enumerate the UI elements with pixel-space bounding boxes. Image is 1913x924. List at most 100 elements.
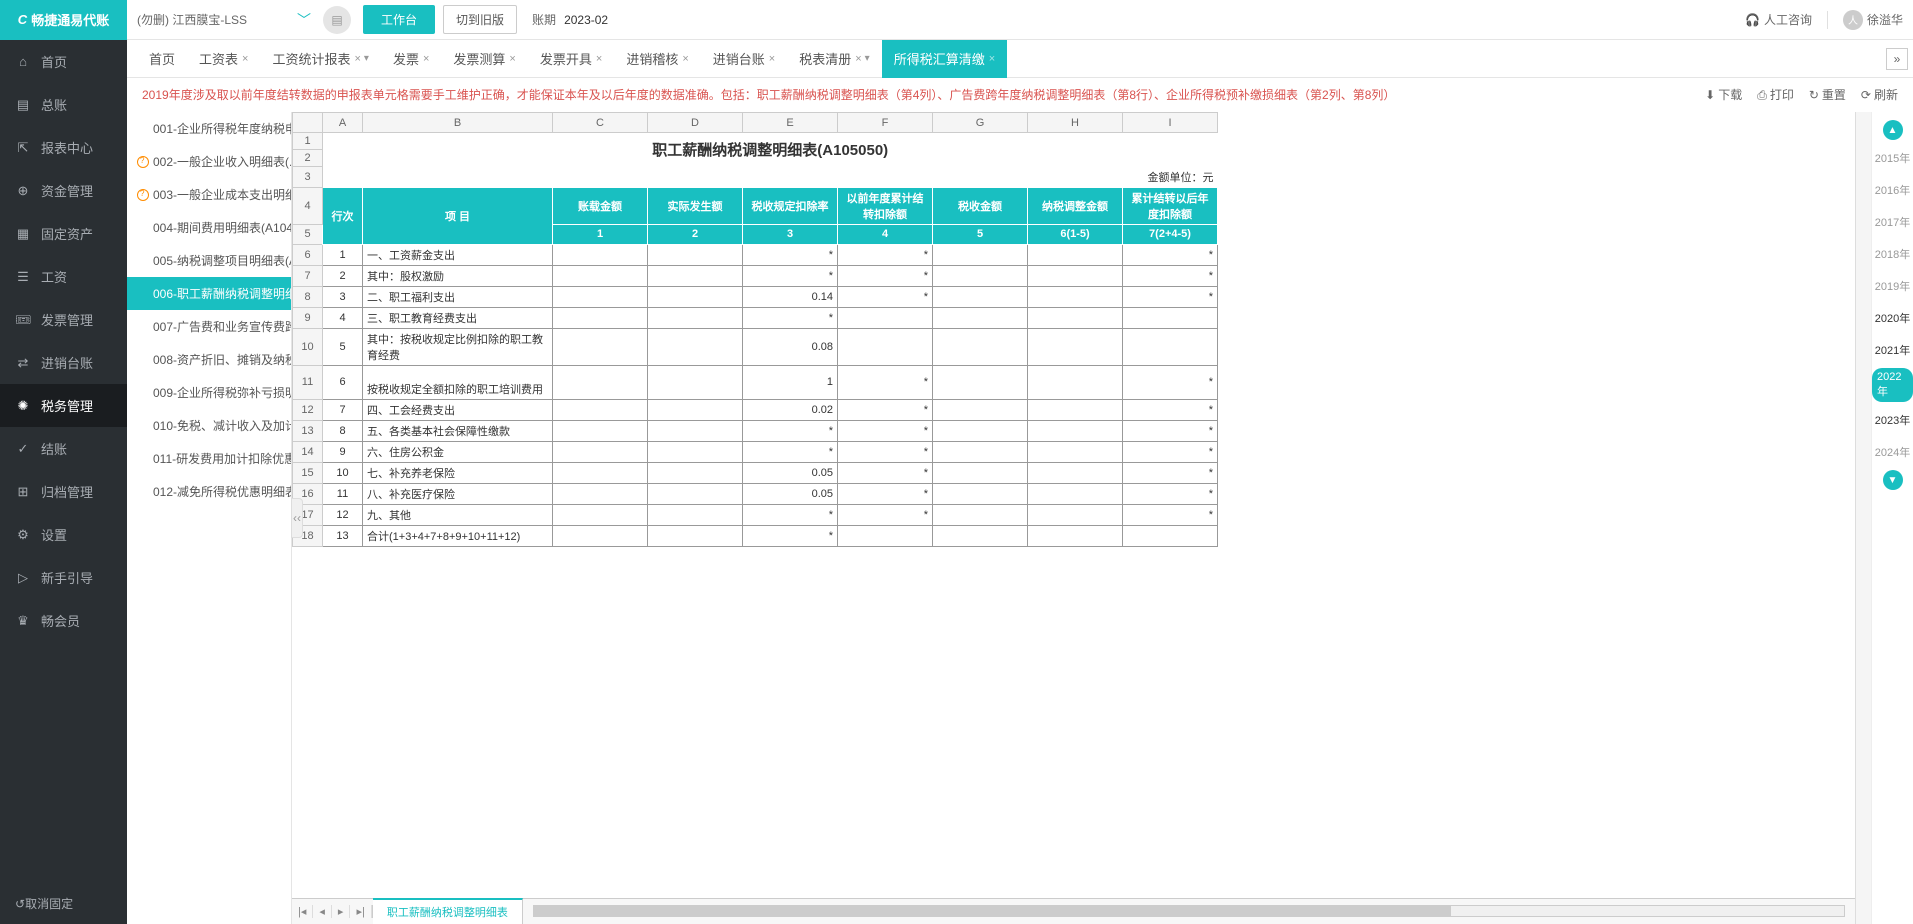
sidebar-icon: ▤ (15, 97, 31, 113)
tab-2[interactable]: 工资统计报表×▾ (260, 40, 380, 78)
sidebar-icon: ⇄ (15, 355, 31, 371)
sheet-tabs: |◂ ◂ ▸ ▸| 职工薪酬纳税调整明细表 (292, 898, 1855, 924)
action-刷新[interactable]: ⟳刷新 (1861, 86, 1898, 104)
year-down-icon[interactable]: ▼ (1883, 470, 1903, 490)
sheet-nav-first[interactable]: |◂ (292, 905, 313, 918)
form-item-6[interactable]: 007-广告费和业务宣传费跨... (127, 310, 291, 343)
topbar: C畅捷通易代账 (勿删) 江西膜宝-LSS﹀ ▤ 工作台 切到旧版 账期 202… (0, 0, 1913, 40)
action-打印[interactable]: ⎙打印 (1757, 86, 1794, 104)
tab-5[interactable]: 发票开具× (528, 40, 614, 78)
sidebar-item-12[interactable]: ▷新手引导 (0, 556, 127, 599)
form-item-3[interactable]: 004-期间费用明细表(A1040... (127, 211, 291, 244)
tab-close-icon[interactable]: × (769, 53, 775, 65)
sidebar-item-0[interactable]: ⌂首页 (0, 40, 127, 83)
sidebar-item-4[interactable]: ▦固定资产 (0, 212, 127, 255)
sidebar-item-5[interactable]: ☰工资 (0, 255, 127, 298)
sidebar-item-10[interactable]: ⊞归档管理 (0, 470, 127, 513)
form-item-0[interactable]: 001-企业所得税年度纳税申... (127, 112, 291, 145)
sidebar-icon: ✓ (15, 441, 31, 457)
year-2023年[interactable]: 2023年 (1873, 406, 1912, 434)
sidebar-icon: ✺ (15, 398, 31, 414)
sidebar-item-1[interactable]: ▤总账 (0, 83, 127, 126)
consult-link[interactable]: 🎧人工咨询 (1745, 11, 1812, 28)
chevron-down-icon: ﹀ (297, 10, 311, 30)
tabs: 首页工资表×工资统计报表×▾发票×发票测算×发票开具×进销稽核×进销台账×税表清… (127, 40, 1913, 78)
sidebar-icon: ⊕ (15, 183, 31, 199)
org-select[interactable]: (勿删) 江西膜宝-LSS﹀ (137, 10, 311, 30)
workbench-button[interactable]: 工作台 (363, 5, 435, 34)
year-2021年[interactable]: 2021年 (1873, 336, 1912, 364)
form-item-11[interactable]: 012-减免所得税优惠明细表(... (127, 475, 291, 508)
form-item-1[interactable]: 002-一般企业收入明细表(... (127, 145, 291, 178)
sidebar-item-7[interactable]: ⇄进销台账 (0, 341, 127, 384)
form-item-2[interactable]: 003-一般企业成本支出明细... (127, 178, 291, 211)
form-item-4[interactable]: 005-纳税调整项目明细表(A1... (127, 244, 291, 277)
notice-bar: 2019年度涉及取以前年度结转数据的申报表单元格需要手工维护正确，才能保证本年及… (127, 78, 1913, 112)
tab-close-icon[interactable]: × (423, 53, 429, 65)
form-list: 001-企业所得税年度纳税申...002-一般企业收入明细表(...003-一般… (127, 112, 292, 924)
year-2015年: 2015年 (1873, 144, 1912, 172)
user-menu[interactable]: 人徐溢华 (1843, 10, 1903, 30)
sidebar-unpin[interactable]: ↺取消固定 (0, 883, 127, 924)
doc-icon-button[interactable]: ▤ (323, 6, 351, 34)
sheet-hscroll[interactable] (533, 905, 1845, 919)
tab-close-icon[interactable]: × (596, 53, 602, 65)
sidebar-item-11[interactable]: ⚙设置 (0, 513, 127, 556)
spreadsheet[interactable]: ABCDEFGHI1职工薪酬纳税调整明细表(A105050)23金额单位：元4行… (292, 112, 1218, 547)
form-item-8[interactable]: 009-企业所得税弥补亏损明... (127, 376, 291, 409)
year-2018年: 2018年 (1873, 240, 1912, 268)
tab-6[interactable]: 进销稽核× (614, 40, 700, 78)
form-item-5[interactable]: 006-职工薪酬纳税调整明细... (127, 277, 291, 310)
year-up-icon[interactable]: ▲ (1883, 120, 1903, 140)
form-item-9[interactable]: 010-免税、减计收入及加计... (127, 409, 291, 442)
sidebar-item-6[interactable]: 🎟发票管理 (0, 298, 127, 341)
sheet-nav-next[interactable]: ▸ (332, 905, 351, 918)
tab-close-icon[interactable]: × (509, 53, 515, 65)
collapse-handle[interactable]: ‹‹ (291, 498, 303, 538)
sidebar-item-8[interactable]: ✺税务管理 (0, 384, 127, 427)
year-2017年: 2017年 (1873, 208, 1912, 236)
tab-close-icon[interactable]: × (242, 53, 248, 65)
year-2024年: 2024年 (1873, 438, 1912, 466)
year-2020年[interactable]: 2020年 (1873, 304, 1912, 332)
tab-close-icon[interactable]: × (989, 53, 995, 65)
form-item-7[interactable]: 008-资产折旧、摊销及纳税... (127, 343, 291, 376)
sidebar-icon: 🎟 (15, 312, 31, 328)
tab-0[interactable]: 首页 (137, 40, 187, 78)
tab-close-icon[interactable]: × (855, 53, 861, 65)
sidebar-icon: ⚙ (15, 527, 31, 543)
tabs-collapse-button[interactable]: » (1886, 48, 1908, 70)
year-2022年[interactable]: 2022年 (1872, 368, 1913, 402)
action-重置[interactable]: ↻重置 (1809, 86, 1846, 104)
notice-text: 2019年度涉及取以前年度结转数据的申报表单元格需要手工维护正确，才能保证本年及… (142, 86, 1705, 104)
tab-8[interactable]: 税表清册×▾ (787, 40, 881, 78)
sidebar-icon: ♛ (15, 613, 31, 629)
form-item-10[interactable]: 011-研发费用加计扣除优惠... (127, 442, 291, 475)
logo: C畅捷通易代账 (0, 0, 127, 40)
sidebar-item-3[interactable]: ⊕资金管理 (0, 169, 127, 212)
sidebar-item-13[interactable]: ♛畅会员 (0, 599, 127, 642)
sidebar-icon: ▷ (15, 570, 31, 586)
sheet-nav-last[interactable]: ▸| (350, 905, 371, 918)
period-value[interactable]: 2023-02 (564, 13, 608, 27)
tab-9[interactable]: 所得税汇算清缴× (882, 40, 1007, 78)
avatar: 人 (1843, 10, 1863, 30)
year-2019年: 2019年 (1873, 272, 1912, 300)
sheet-nav-prev[interactable]: ◂ (313, 905, 332, 918)
tab-close-icon[interactable]: × (354, 53, 360, 65)
tab-close-icon[interactable]: × (682, 53, 688, 65)
warning-dot-icon (137, 156, 149, 168)
tab-4[interactable]: 发票测算× (441, 40, 527, 78)
switch-old-button[interactable]: 切到旧版 (443, 5, 517, 34)
tab-7[interactable]: 进销台账× (701, 40, 787, 78)
sidebar-item-9[interactable]: ✓结账 (0, 427, 127, 470)
headset-icon: 🎧 (1745, 13, 1760, 27)
tab-3[interactable]: 发票× (381, 40, 441, 78)
sidebar-item-2[interactable]: ⇱报表中心 (0, 126, 127, 169)
sheet-tab[interactable]: 职工薪酬纳税调整明细表 (373, 898, 523, 924)
sheet-vscroll[interactable] (1855, 112, 1871, 924)
tab-1[interactable]: 工资表× (187, 40, 260, 78)
warning-dot-icon (137, 189, 149, 201)
year-2016年: 2016年 (1873, 176, 1912, 204)
action-下载[interactable]: ⬇下载 (1705, 86, 1742, 104)
